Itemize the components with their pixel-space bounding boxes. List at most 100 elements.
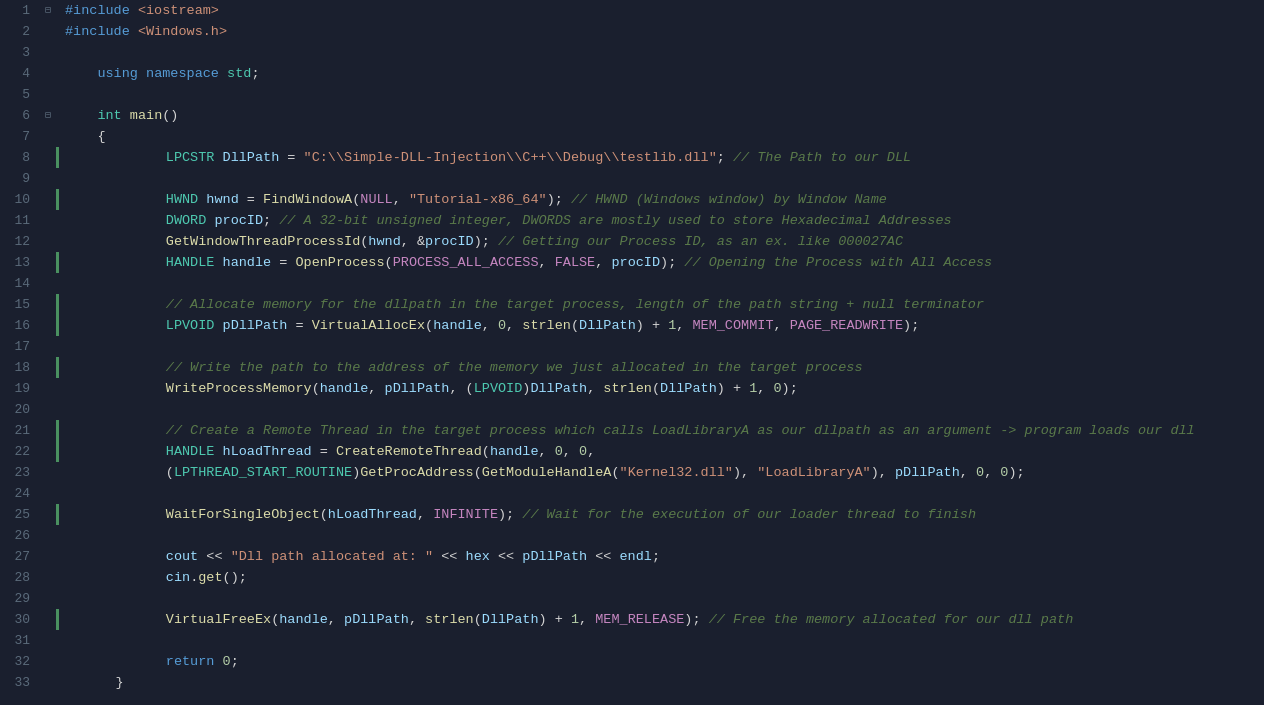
token: ); [474, 234, 498, 249]
table-row: 8 LPCSTR DllPath = "C:\\Simple-DLL-Injec… [0, 147, 1264, 168]
highlight-bar [56, 294, 59, 315]
token: , [587, 381, 603, 396]
token [101, 192, 166, 207]
token [214, 318, 222, 333]
table-row: 2#include <Windows.h> [0, 21, 1264, 42]
token [219, 66, 227, 81]
token: GetModuleHandleA [482, 465, 612, 480]
token: ) + [636, 318, 668, 333]
token: "Dll path allocated at: " [231, 549, 434, 564]
token: DllPath [530, 381, 587, 396]
token: ( [571, 318, 579, 333]
token: 0 [498, 318, 506, 333]
token [101, 423, 166, 438]
token: strlen [603, 381, 652, 396]
token [214, 150, 222, 165]
token: <Windows.h> [138, 24, 227, 39]
token [101, 570, 166, 585]
token: ( [474, 465, 482, 480]
highlight-bar [56, 252, 59, 273]
token [101, 360, 166, 375]
token: endl [620, 549, 652, 564]
line-number: 30 [0, 609, 40, 630]
token: DWORD [166, 213, 207, 228]
table-row: 11 DWORD procID; // A 32-bit unsigned in… [0, 210, 1264, 231]
table-row: 4 using namespace std; [0, 63, 1264, 84]
token: handle [279, 612, 328, 627]
table-row: 22 HANDLE hLoadThread = CreateRemoteThre… [0, 441, 1264, 462]
token: handle [223, 255, 272, 270]
token: , [984, 465, 1000, 480]
token [214, 654, 222, 669]
table-row: 26 [0, 525, 1264, 546]
fold-icon[interactable]: ⊟ [45, 105, 51, 126]
token: PAGE_READWRITE [790, 318, 903, 333]
fold-gutter[interactable]: ⊟ [40, 105, 56, 126]
line-number: 7 [0, 126, 40, 147]
code-content: // Create a Remote Thread in the target … [97, 420, 1264, 441]
code-content: GetWindowThreadProcessId(hwnd, &procID);… [97, 231, 1264, 252]
token: int [97, 108, 121, 123]
token: hLoadThread [328, 507, 417, 522]
token: << [433, 549, 465, 564]
code-content: HWND hwnd = FindWindowA(NULL, "Tutorial-… [97, 189, 1264, 210]
highlight-bar [56, 315, 59, 336]
token: ( [320, 507, 328, 522]
code-content: WaitForSingleObject(hLoadThread, INFINIT… [97, 504, 1264, 525]
token: // Getting our Process ID, as an ex. lik… [498, 234, 903, 249]
token: ( [652, 381, 660, 396]
line-number: 24 [0, 483, 40, 504]
table-row: 1⊟#include <iostream> [0, 0, 1264, 21]
token: INFINITE [433, 507, 498, 522]
token: , & [401, 234, 425, 249]
token: GetProcAddress [360, 465, 473, 480]
highlight-bar [56, 441, 59, 462]
token: NULL [360, 192, 392, 207]
token: WaitForSingleObject [166, 507, 320, 522]
token [101, 297, 166, 312]
highlight-bar [56, 504, 59, 525]
table-row: 31 [0, 630, 1264, 651]
token: "Tutorial-x86_64" [409, 192, 547, 207]
token: procID [611, 255, 660, 270]
code-content: { [61, 126, 1264, 147]
line-number: 19 [0, 378, 40, 399]
code-content: HANDLE handle = OpenProcess(PROCESS_ALL_… [97, 252, 1264, 273]
token [214, 255, 222, 270]
token: pDllPath [223, 318, 288, 333]
token: LPCSTR [166, 150, 215, 165]
token: LPVOID [474, 381, 523, 396]
line-number: 17 [0, 336, 40, 357]
token: = [287, 318, 311, 333]
token [101, 234, 166, 249]
token [101, 255, 166, 270]
table-row: 12 GetWindowThreadProcessId(hwnd, &procI… [0, 231, 1264, 252]
token: ), [733, 465, 757, 480]
fold-gutter[interactable]: ⊟ [40, 0, 56, 21]
token [65, 108, 97, 123]
token: get [198, 570, 222, 585]
token: , [757, 381, 773, 396]
line-number: 21 [0, 420, 40, 441]
token: hwnd [368, 234, 400, 249]
token: <iostream> [138, 3, 219, 18]
token: return [166, 654, 215, 669]
code-content: #include <Windows.h> [61, 21, 1264, 42]
line-number: 1 [0, 0, 40, 21]
line-number: 26 [0, 525, 40, 546]
token: (); [223, 570, 247, 585]
line-number: 31 [0, 630, 40, 651]
highlight-bar [56, 357, 59, 378]
token [101, 549, 166, 564]
table-row: 17 [0, 336, 1264, 357]
code-content: LPCSTR DllPath = "C:\\Simple-DLL-Injecti… [97, 147, 1264, 168]
token: "Kernel32.dll" [620, 465, 733, 480]
line-number: 32 [0, 651, 40, 672]
code-content: WriteProcessMemory(handle, pDllPath, (LP… [97, 378, 1264, 399]
token: ; [251, 66, 259, 81]
code-content: return 0; [97, 651, 1264, 672]
table-row: 24 [0, 483, 1264, 504]
token: // Wait for the execution of our loader … [522, 507, 976, 522]
fold-icon[interactable]: ⊟ [45, 0, 51, 21]
token: pDllPath [344, 612, 409, 627]
